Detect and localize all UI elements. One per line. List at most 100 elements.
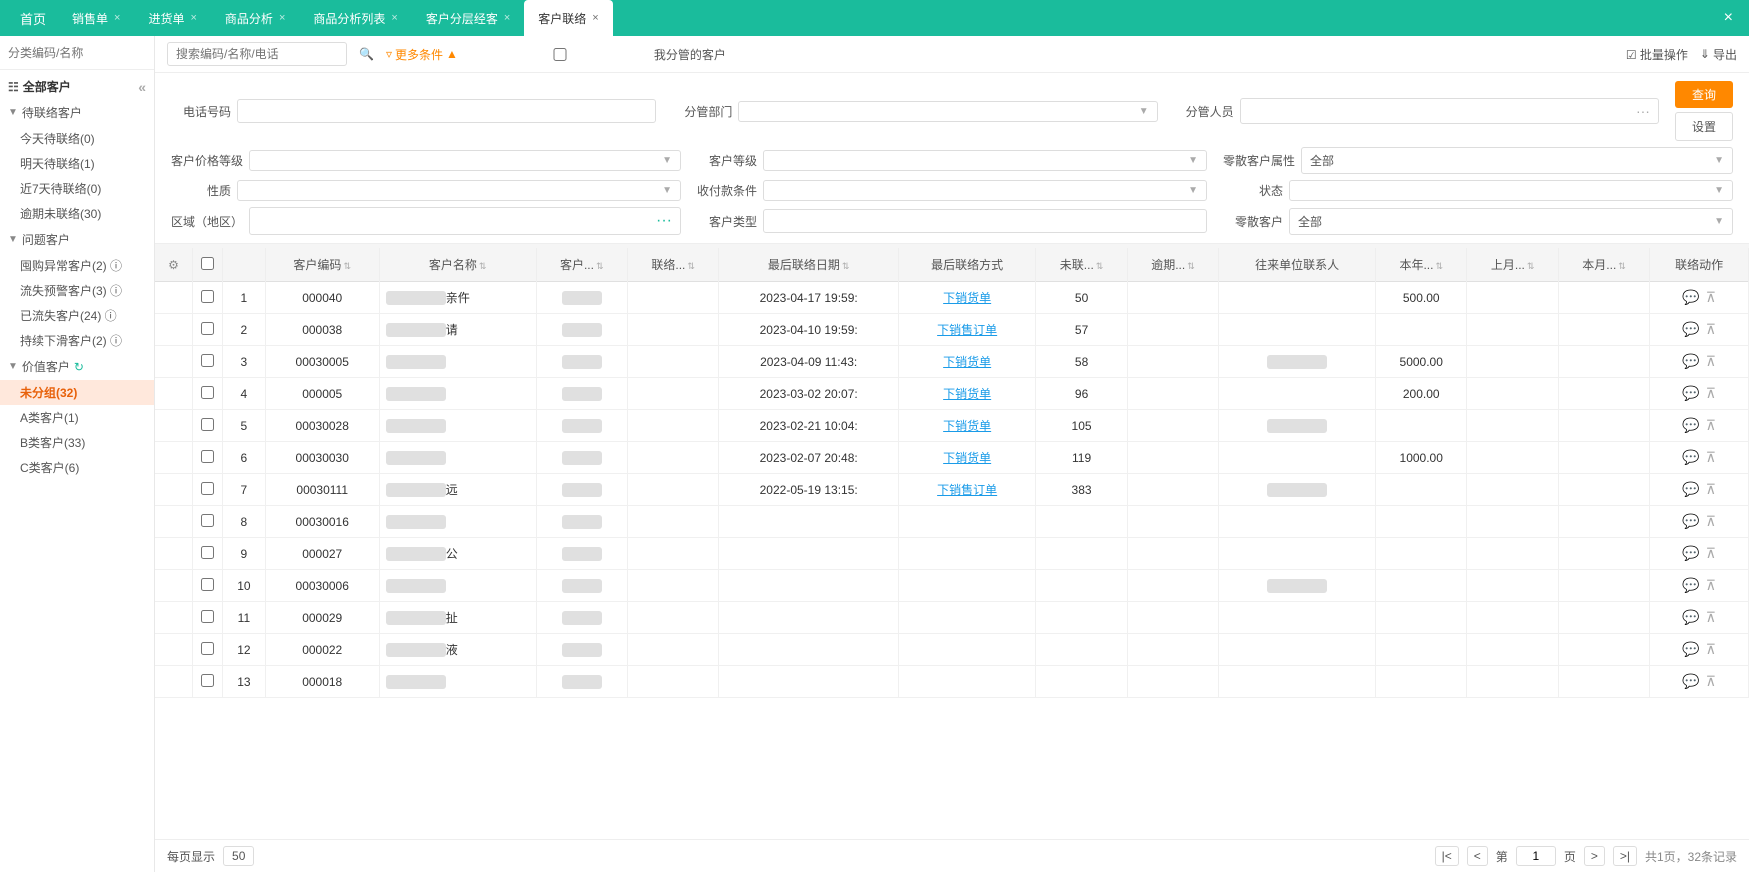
customer-type-input[interactable] [763, 209, 1207, 233]
grid-action-icon[interactable]: ⊼ [1706, 481, 1716, 498]
grid-action-icon[interactable]: ⊼ [1706, 321, 1716, 338]
global-close-button[interactable]: × [1716, 9, 1741, 27]
page-input[interactable] [1516, 846, 1556, 866]
row-checkbox[interactable] [201, 674, 214, 687]
close-analysis-list-icon[interactable]: × [391, 12, 397, 24]
tab-customer-contact[interactable]: 客户联络 × [524, 0, 612, 36]
grid-action-icon[interactable]: ⊼ [1706, 609, 1716, 626]
export-button[interactable]: ⇓ 导出 [1700, 46, 1737, 63]
row-checkbox[interactable] [201, 450, 214, 463]
sidebar-group-problem[interactable]: ▼ 问题客户 [0, 226, 154, 253]
close-customer-segment-icon[interactable]: × [504, 12, 510, 24]
row-checkbox-cell[interactable] [193, 410, 223, 442]
row-checkbox-cell[interactable] [193, 474, 223, 506]
batch-op-button[interactable]: ☑ 批量操作 [1626, 46, 1688, 63]
payment-dropdown[interactable]: ▼ [763, 180, 1207, 201]
row-checkbox-cell[interactable] [193, 634, 223, 666]
comment-action-icon[interactable]: 💬 [1682, 449, 1699, 466]
last-way-link[interactable]: 下销货单 [943, 451, 991, 465]
sidebar-item-a-class[interactable]: A类客户(1) [0, 405, 154, 430]
person-dots-icon[interactable]: ··· [1636, 103, 1650, 119]
query-button[interactable]: 查询 [1675, 81, 1733, 108]
comment-action-icon[interactable]: 💬 [1682, 481, 1699, 498]
comment-action-icon[interactable]: 💬 [1682, 417, 1699, 434]
last-way-link[interactable]: 下销货单 [943, 291, 991, 305]
last-way-link[interactable]: 下销售订单 [937, 483, 997, 497]
comment-action-icon[interactable]: 💬 [1682, 545, 1699, 562]
grid-action-icon[interactable]: ⊼ [1706, 353, 1716, 370]
comment-action-icon[interactable]: 💬 [1682, 513, 1699, 530]
my-customers-checkbox[interactable] [470, 48, 650, 61]
region-dropdown[interactable]: ··· [249, 207, 681, 235]
sidebar-search-input[interactable] [8, 46, 155, 60]
first-page-button[interactable]: |< [1435, 846, 1459, 866]
sidebar-item-churn-warning[interactable]: 流失预警客户(3) ⓘ [0, 278, 154, 303]
last-way-link[interactable]: 下销货单 [943, 355, 991, 369]
status-dropdown[interactable]: ▼ [1289, 180, 1733, 201]
row-checkbox[interactable] [201, 482, 214, 495]
tab-purchase[interactable]: 进货单 × [134, 0, 210, 36]
comment-action-icon[interactable]: 💬 [1682, 289, 1699, 306]
more-conditions-button[interactable]: ▿ 更多条件 ▲ [386, 46, 458, 63]
table-settings-header[interactable]: ⚙ [155, 248, 193, 282]
close-customer-contact-icon[interactable]: × [592, 12, 598, 24]
table-name-header[interactable]: 客户名称⇅ [379, 248, 536, 282]
grid-action-icon[interactable]: ⊼ [1706, 449, 1716, 466]
grid-action-icon[interactable]: ⊼ [1706, 673, 1716, 690]
grid-action-icon[interactable]: ⊼ [1706, 577, 1716, 594]
price-level-dropdown[interactable]: ▼ [249, 150, 681, 171]
grid-action-icon[interactable]: ⊼ [1706, 513, 1716, 530]
grid-action-icon[interactable]: ⊼ [1706, 289, 1716, 306]
row-checkbox[interactable] [201, 290, 214, 303]
tab-customer-segment[interactable]: 客户分层经客 × [412, 0, 524, 36]
last-way-link[interactable]: 下销货单 [943, 387, 991, 401]
comment-action-icon[interactable]: 💬 [1682, 385, 1699, 402]
tab-sales[interactable]: 销售单 × [58, 0, 134, 36]
last-way-link[interactable]: 下销售订单 [937, 323, 997, 337]
comment-action-icon[interactable]: 💬 [1682, 673, 1699, 690]
row-checkbox-cell[interactable] [193, 442, 223, 474]
sidebar-item-tomorrow[interactable]: 明天待联络(1) [0, 151, 154, 176]
row-checkbox-cell[interactable] [193, 314, 223, 346]
row-checkbox[interactable] [201, 418, 214, 431]
sidebar-item-overdue[interactable]: 逾期未联络(30) [0, 201, 154, 226]
sidebar-item-abnormal[interactable]: 囤购异常客户(2) ⓘ [0, 253, 154, 278]
sidebar-collapse-icon[interactable]: « [138, 79, 146, 95]
row-checkbox[interactable] [201, 642, 214, 655]
row-checkbox-cell[interactable] [193, 538, 223, 570]
phone-input[interactable] [237, 99, 656, 123]
prev-page-button[interactable]: < [1467, 846, 1488, 866]
row-checkbox-cell[interactable] [193, 570, 223, 602]
search-button[interactable]: 🔍 [359, 47, 374, 61]
nature-dropdown[interactable]: ▼ [237, 180, 681, 201]
comment-action-icon[interactable]: 💬 [1682, 577, 1699, 594]
tab-analysis-list[interactable]: 商品分析列表 × [299, 0, 411, 36]
dept-dropdown[interactable]: ▼ [738, 101, 1157, 122]
row-checkbox-cell[interactable] [193, 602, 223, 634]
row-checkbox[interactable] [201, 386, 214, 399]
comment-action-icon[interactable]: 💬 [1682, 609, 1699, 626]
per-page-select[interactable]: 50 [223, 846, 254, 866]
last-page-button[interactable]: >| [1613, 846, 1637, 866]
grid-action-icon[interactable]: ⊼ [1706, 545, 1716, 562]
person-dropdown[interactable]: ··· [1240, 98, 1659, 124]
sidebar-item-c-class[interactable]: C类客户(6) [0, 455, 154, 480]
row-checkbox[interactable] [201, 546, 214, 559]
last-way-link[interactable]: 下销货单 [943, 419, 991, 433]
sidebar-item-declining[interactable]: 持续下滑客户(2) ⓘ [0, 328, 154, 353]
grid-action-icon[interactable]: ⊼ [1706, 641, 1716, 658]
row-checkbox[interactable] [201, 578, 214, 591]
row-checkbox-cell[interactable] [193, 346, 223, 378]
table-checkbox-header[interactable] [193, 248, 223, 282]
tab-home[interactable]: 首页 [8, 0, 58, 36]
close-sales-icon[interactable]: × [114, 12, 120, 24]
row-checkbox[interactable] [201, 610, 214, 623]
sidebar-all-customers[interactable]: ☷ 全部客户 « [0, 70, 154, 99]
row-checkbox-cell[interactable] [193, 282, 223, 314]
comment-action-icon[interactable]: 💬 [1682, 641, 1699, 658]
sidebar-item-today[interactable]: 今天待联络(0) [0, 126, 154, 151]
row-checkbox[interactable] [201, 322, 214, 335]
grid-action-icon[interactable]: ⊼ [1706, 417, 1716, 434]
close-purchase-icon[interactable]: × [190, 12, 196, 24]
sidebar-group-value[interactable]: ▼ 价值客户 ↻ [0, 353, 154, 380]
